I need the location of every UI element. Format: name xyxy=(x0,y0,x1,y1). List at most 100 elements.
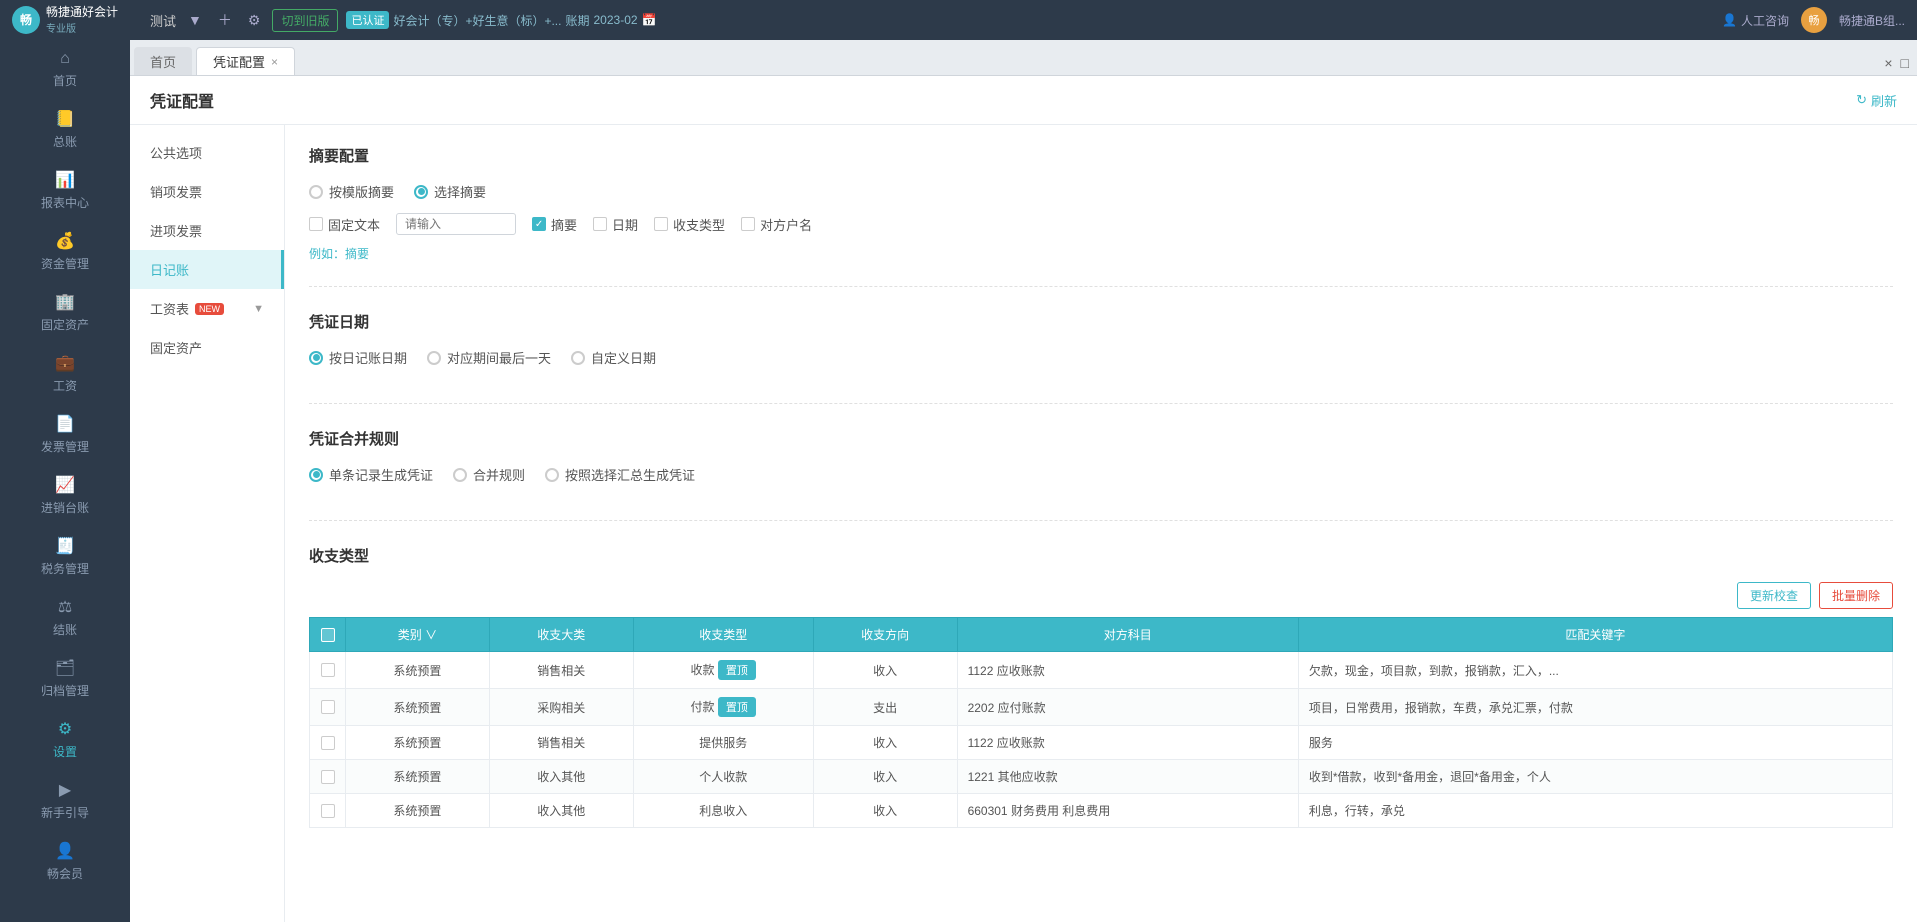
override-button[interactable]: 置顶 xyxy=(718,660,756,680)
income-expense-title: 收支类型 xyxy=(309,545,1893,566)
row-checkbox-cell[interactable] xyxy=(310,794,346,828)
sales-icon: 📈 xyxy=(55,475,75,495)
checkbox-income-type[interactable]: 收支类型 xyxy=(654,215,725,234)
sidebar-item-settings[interactable]: ⚙ 设置 xyxy=(0,709,130,770)
radio-template-summary[interactable]: 按模版摘要 xyxy=(309,182,394,201)
dropdown-icon[interactable]: ▼ xyxy=(184,10,206,30)
summary-config-section: 摘要配置 按模版摘要 选择摘要 xyxy=(309,145,1893,287)
cell-direction: 收入 xyxy=(813,652,957,689)
radio-select-summary[interactable]: 选择摘要 xyxy=(414,182,486,201)
sidebar-item-tax[interactable]: 🧾 税务管理 xyxy=(0,526,130,587)
sidebar-item-funds[interactable]: 💰 资金管理 xyxy=(0,221,130,282)
header-checkbox[interactable] xyxy=(321,628,335,642)
page-title: 凭证配置 xyxy=(150,88,214,112)
fixed-text-input[interactable] xyxy=(396,213,516,235)
sidebar-item-fixed-assets[interactable]: 🏢 固定资产 xyxy=(0,282,130,343)
left-nav-journal[interactable]: 日记账 xyxy=(130,250,284,289)
radio-select-circle xyxy=(414,185,428,199)
sidebar-label-archive: 归档管理 xyxy=(41,682,89,699)
row-checkbox-1[interactable] xyxy=(321,700,335,714)
cell-keywords: 收到*借款，收到*备用金，退回*备用金，个人 xyxy=(1298,760,1892,794)
tab-home[interactable]: 首页 xyxy=(134,47,192,75)
brand-text: 畅捷通好会计 专业版 xyxy=(46,5,118,34)
member-icon: 👤 xyxy=(55,841,75,861)
radio-custom-date[interactable]: 自定义日期 xyxy=(571,348,656,367)
sidebar-item-home[interactable]: ⌂ 首页 xyxy=(0,40,130,99)
row-checkbox-cell[interactable] xyxy=(310,726,346,760)
sidebar-item-ledger[interactable]: 📒 总账 xyxy=(0,99,130,160)
row-checkbox-0[interactable] xyxy=(321,663,335,677)
avatar[interactable]: 畅 xyxy=(1801,7,1827,33)
tab-actions: × □ xyxy=(1884,55,1917,75)
calendar-icon[interactable]: 📅 xyxy=(642,13,657,27)
checkbox-date[interactable]: 日期 xyxy=(593,215,638,234)
cell-category: 系统预置 xyxy=(346,794,490,828)
sidebar-item-sales[interactable]: 📈 进销台账 xyxy=(0,465,130,526)
sidebar-item-member[interactable]: 👤 畅会员 xyxy=(0,831,130,892)
sidebar-item-archive[interactable]: 🗂 归档管理 xyxy=(0,648,130,709)
sidebar-item-reports[interactable]: 📊 报表中心 xyxy=(0,160,130,221)
update-check-button[interactable]: 更新校查 xyxy=(1737,582,1811,609)
merge-rules-radio-group: 单条记录生成凭证 合并规则 按照选择汇总生成凭证 xyxy=(309,465,1893,484)
th-category: 类别 ∨ xyxy=(346,618,490,652)
left-nav-purchase-invoice[interactable]: 进项发票 xyxy=(130,211,284,250)
cell-category: 系统预置 xyxy=(346,652,490,689)
left-nav-fixed-assets[interactable]: 固定资产 xyxy=(130,328,284,367)
counterparty-box xyxy=(741,217,755,231)
merge-rules-section: 凭证合并规则 单条记录生成凭证 合并规则 xyxy=(309,428,1893,521)
table-actions: 更新校查 批量删除 xyxy=(309,582,1893,609)
fixed-text-box xyxy=(309,217,323,231)
summary-section-title: 摘要配置 xyxy=(309,145,1893,166)
radio-single-record[interactable]: 单条记录生成凭证 xyxy=(309,465,433,484)
cell-main-type: 销售相关 xyxy=(489,726,633,760)
sidebar-label-fixed-assets: 固定资产 xyxy=(41,316,89,333)
row-checkbox-cell[interactable] xyxy=(310,652,346,689)
radio-period-last[interactable]: 对应期间最后一天 xyxy=(427,348,551,367)
sidebar-item-settlement[interactable]: ⚖ 结账 xyxy=(0,587,130,648)
voucher-date-section: 凭证日期 按日记账日期 对应期间最后一天 xyxy=(309,311,1893,404)
income-expense-table: 类别 ∨ 收支大类 收支类型 收支方向 对方科目 匹配关键字 系统预置 xyxy=(309,617,1893,828)
archive-icon: 🗂 xyxy=(55,658,75,678)
sidebar-item-invoices[interactable]: 📄 发票管理 xyxy=(0,404,130,465)
gear-icon[interactable]: ⚙ xyxy=(244,10,265,31)
tab-voucher-config[interactable]: 凭证配置 × xyxy=(196,47,295,75)
sidebar-label-member: 畅会员 xyxy=(47,865,83,882)
sidebar-item-guide[interactable]: ▶ 新手引导 xyxy=(0,770,130,831)
cell-sub-type: 收款 置顶 xyxy=(633,652,813,689)
merge-rules-title: 凭证合并规则 xyxy=(309,428,1893,449)
override-button[interactable]: 置顶 xyxy=(718,697,756,717)
cell-direction: 收入 xyxy=(813,760,957,794)
window-max-button[interactable]: □ xyxy=(1901,55,1909,71)
radio-journal-date[interactable]: 按日记账日期 xyxy=(309,348,407,367)
radio-merge-rule[interactable]: 合并规则 xyxy=(453,465,525,484)
sidebar-label-funds: 资金管理 xyxy=(41,255,89,272)
row-checkbox-cell[interactable] xyxy=(310,760,346,794)
batch-delete-button[interactable]: 批量删除 xyxy=(1819,582,1893,609)
cell-keywords: 欠款，现金，项目款，到款，报销款，汇入，... xyxy=(1298,652,1892,689)
switch-version-button[interactable]: 切到旧版 xyxy=(272,9,338,32)
fixed-assets-icon: 🏢 xyxy=(55,292,75,312)
row-checkbox-2[interactable] xyxy=(321,736,335,750)
row-checkbox-4[interactable] xyxy=(321,804,335,818)
headset-icon: 👤 xyxy=(1722,13,1737,27)
radio-summary-gen[interactable]: 按照选择汇总生成凭证 xyxy=(545,465,695,484)
th-checkbox[interactable] xyxy=(310,618,346,652)
left-nav-public[interactable]: 公共选项 xyxy=(130,133,284,172)
row-checkbox-cell[interactable] xyxy=(310,689,346,726)
checkbox-counterparty[interactable]: 对方户名 xyxy=(741,215,812,234)
cell-main-type: 收入其他 xyxy=(489,794,633,828)
journal-date-circle xyxy=(309,351,323,365)
plus-icon[interactable]: ＋ xyxy=(214,8,236,32)
left-nav-payroll[interactable]: 工资表 NEW ▼ xyxy=(130,289,284,328)
tab-close-icon[interactable]: × xyxy=(271,55,278,69)
sidebar-item-payroll[interactable]: 💼 工资 xyxy=(0,343,130,404)
left-nav-sales-invoice[interactable]: 销项发票 xyxy=(130,172,284,211)
single-record-circle xyxy=(309,468,323,482)
refresh-button[interactable]: ↻ 刷新 xyxy=(1856,91,1897,110)
row-checkbox-3[interactable] xyxy=(321,770,335,784)
human-service-button[interactable]: 👤 人工咨询 xyxy=(1722,12,1789,29)
checkbox-summary[interactable]: ✓ 摘要 xyxy=(532,215,577,234)
window-close-button[interactable]: × xyxy=(1884,55,1892,71)
checkbox-fixed-text[interactable]: 固定文本 xyxy=(309,215,380,234)
summary-box: ✓ xyxy=(532,217,546,231)
